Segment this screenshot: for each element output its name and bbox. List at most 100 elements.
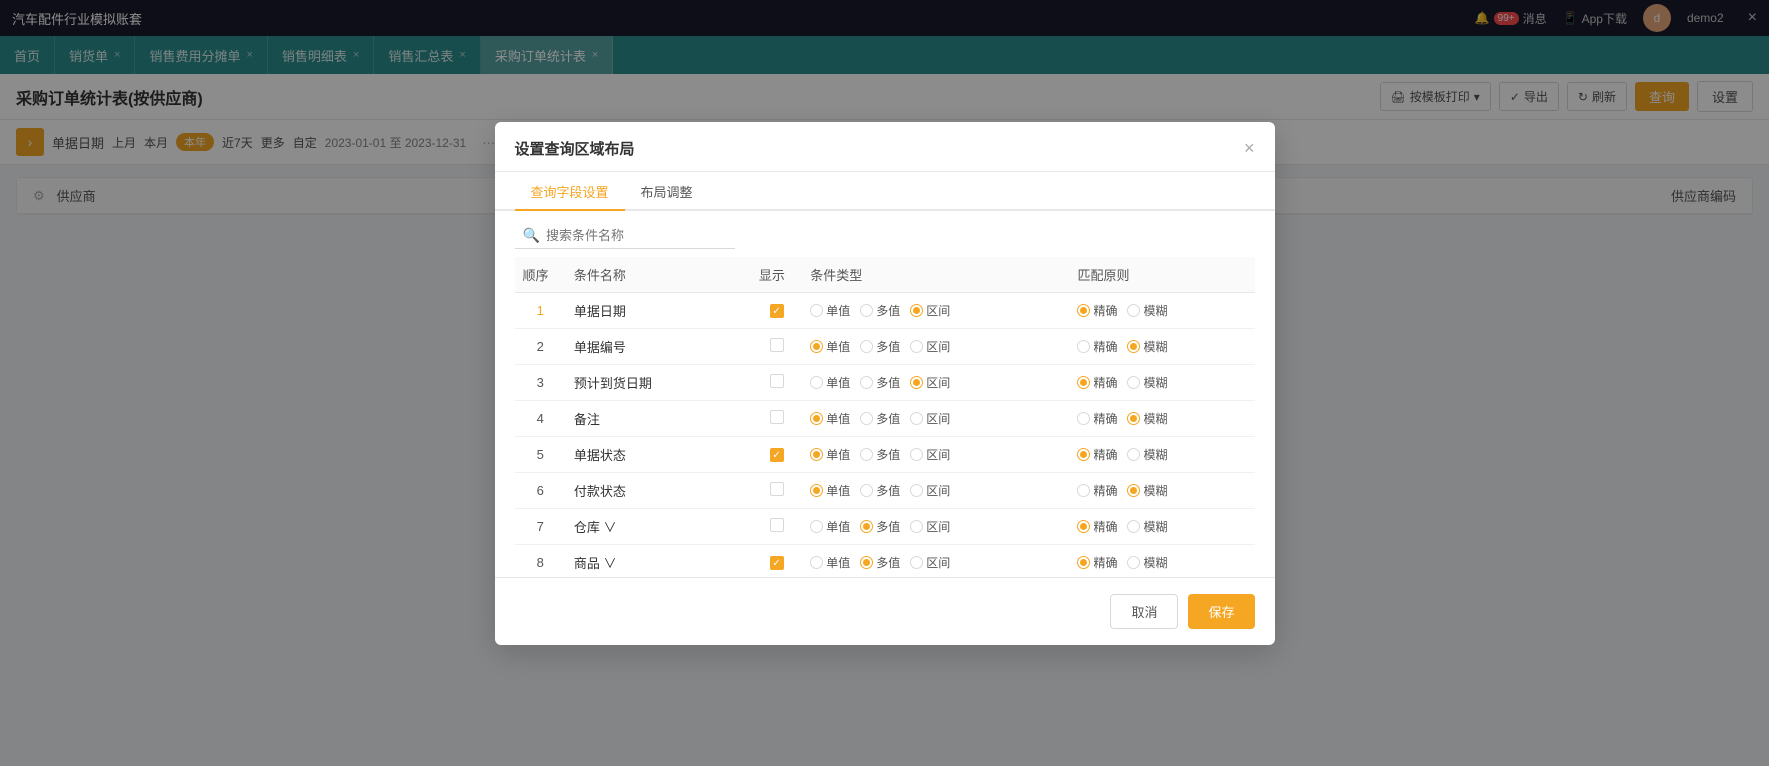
- radio-match-item[interactable]: 模糊: [1127, 410, 1167, 427]
- row-condition-name: 商品 ∨: [566, 544, 751, 577]
- radio-type-item[interactable]: 区间: [910, 374, 950, 391]
- radio-match-item[interactable]: 模糊: [1127, 446, 1167, 463]
- tab-query-fields[interactable]: 查询字段设置: [515, 172, 625, 211]
- radio-type-item[interactable]: 多值: [860, 338, 900, 355]
- radio-type-item[interactable]: 多值: [860, 302, 900, 319]
- radio-match-item[interactable]: 模糊: [1127, 554, 1167, 571]
- radio-circle-icon: [860, 340, 873, 353]
- row-match-cell: 精确模糊: [1069, 472, 1254, 508]
- row-display-checkbox[interactable]: [770, 338, 784, 352]
- row-type-cell: 单值多值区间: [802, 292, 1069, 328]
- radio-type-item[interactable]: 多值: [860, 518, 900, 535]
- row-type-cell: 单值多值区间: [802, 400, 1069, 436]
- radio-type-item[interactable]: 区间: [910, 554, 950, 571]
- row-display-checkbox[interactable]: [770, 448, 784, 462]
- radio-match-item[interactable]: 模糊: [1127, 302, 1167, 319]
- radio-match-item[interactable]: 精确: [1077, 554, 1117, 571]
- radio-type-item[interactable]: 单值: [810, 338, 850, 355]
- cancel-button[interactable]: 取消: [1110, 594, 1178, 629]
- radio-match-circle-icon: [1077, 484, 1090, 497]
- radio-match-item[interactable]: 模糊: [1127, 374, 1167, 391]
- radio-type-item[interactable]: 单值: [810, 518, 850, 535]
- radio-match-item[interactable]: 模糊: [1127, 482, 1167, 499]
- row-display-checkbox[interactable]: [770, 482, 784, 496]
- radio-circle-icon: [910, 448, 923, 461]
- radio-circle-icon: [810, 376, 823, 389]
- search-input[interactable]: [546, 228, 727, 243]
- row-display-checkbox[interactable]: [770, 556, 784, 570]
- row-type-cell: 单值多值区间: [802, 472, 1069, 508]
- radio-match-circle-icon: [1127, 520, 1140, 533]
- radio-type-item[interactable]: 单值: [810, 410, 850, 427]
- radio-match-item[interactable]: 精确: [1077, 410, 1117, 427]
- row-display-cell: [751, 292, 802, 328]
- radio-type-item[interactable]: 区间: [910, 518, 950, 535]
- dialog-search-area: 🔍: [495, 211, 1275, 257]
- row-display-checkbox[interactable]: [770, 374, 784, 388]
- row-order: 4: [515, 400, 566, 436]
- radio-match-circle-icon: [1127, 376, 1140, 389]
- row-condition-name: 仓库 ∨: [566, 508, 751, 544]
- table-scroll-area: 顺序 条件名称 显示 条件类型 匹配原则 1单据日期单值多值区间精确模糊2单据编…: [515, 257, 1255, 577]
- radio-circle-icon: [810, 484, 823, 497]
- radio-match-item[interactable]: 精确: [1077, 302, 1117, 319]
- row-match-cell: 精确模糊: [1069, 328, 1254, 364]
- row-type-cell: 单值多值区间: [802, 508, 1069, 544]
- radio-type-item[interactable]: 单值: [810, 554, 850, 571]
- radio-type-item[interactable]: 区间: [910, 410, 950, 427]
- radio-type-item[interactable]: 多值: [860, 410, 900, 427]
- radio-type-item[interactable]: 区间: [910, 482, 950, 499]
- row-match-cell: 精确模糊: [1069, 436, 1254, 472]
- radio-type-item[interactable]: 多值: [860, 446, 900, 463]
- radio-match-circle-icon: [1077, 556, 1090, 569]
- radio-match-circle-icon: [1127, 412, 1140, 425]
- row-order: 1: [515, 292, 566, 328]
- radio-match-circle-icon: [1077, 340, 1090, 353]
- radio-type-item[interactable]: 区间: [910, 446, 950, 463]
- table-row: 3预计到货日期单值多值区间精确模糊: [515, 364, 1255, 400]
- radio-type-item[interactable]: 单值: [810, 482, 850, 499]
- row-type-cell: 单值多值区间: [802, 364, 1069, 400]
- radio-match-item[interactable]: 模糊: [1127, 338, 1167, 355]
- row-display-checkbox[interactable]: [770, 518, 784, 532]
- row-condition-name: 预计到货日期: [566, 364, 751, 400]
- radio-type-item[interactable]: 多值: [860, 554, 900, 571]
- radio-match-item[interactable]: 精确: [1077, 374, 1117, 391]
- tab-layout-adjust[interactable]: 布局调整: [625, 172, 709, 211]
- radio-circle-icon: [910, 340, 923, 353]
- radio-circle-icon: [810, 520, 823, 533]
- radio-match-circle-icon: [1127, 556, 1140, 569]
- radio-match-item[interactable]: 精确: [1077, 446, 1117, 463]
- row-order: 7: [515, 508, 566, 544]
- radio-type-item[interactable]: 区间: [910, 302, 950, 319]
- save-button[interactable]: 保存: [1188, 594, 1254, 629]
- radio-match-circle-icon: [1127, 304, 1140, 317]
- row-condition-name: 备注: [566, 400, 751, 436]
- table-row: 1单据日期单值多值区间精确模糊: [515, 292, 1255, 328]
- radio-circle-icon: [810, 340, 823, 353]
- dialog-close-button[interactable]: ×: [1244, 139, 1255, 157]
- row-match-cell: 精确模糊: [1069, 292, 1254, 328]
- radio-type-item[interactable]: 多值: [860, 482, 900, 499]
- dialog-footer: 取消 保存: [495, 577, 1275, 645]
- row-display-cell: [751, 400, 802, 436]
- radio-type-item[interactable]: 单值: [810, 446, 850, 463]
- radio-match-circle-icon: [1127, 484, 1140, 497]
- row-display-checkbox[interactable]: [770, 304, 784, 318]
- table-row: 5单据状态单值多值区间精确模糊: [515, 436, 1255, 472]
- radio-circle-icon: [810, 556, 823, 569]
- radio-circle-icon: [860, 376, 873, 389]
- row-display-cell: [751, 544, 802, 577]
- radio-match-item[interactable]: 精确: [1077, 518, 1117, 535]
- radio-match-item[interactable]: 精确: [1077, 482, 1117, 499]
- radio-match-item[interactable]: 精确: [1077, 338, 1117, 355]
- radio-type-item[interactable]: 多值: [860, 374, 900, 391]
- row-order: 5: [515, 436, 566, 472]
- radio-type-item[interactable]: 单值: [810, 374, 850, 391]
- col-order: 顺序: [515, 257, 566, 293]
- radio-type-item[interactable]: 单值: [810, 302, 850, 319]
- radio-type-item[interactable]: 区间: [910, 338, 950, 355]
- row-match-cell: 精确模糊: [1069, 364, 1254, 400]
- radio-match-item[interactable]: 模糊: [1127, 518, 1167, 535]
- row-display-checkbox[interactable]: [770, 410, 784, 424]
